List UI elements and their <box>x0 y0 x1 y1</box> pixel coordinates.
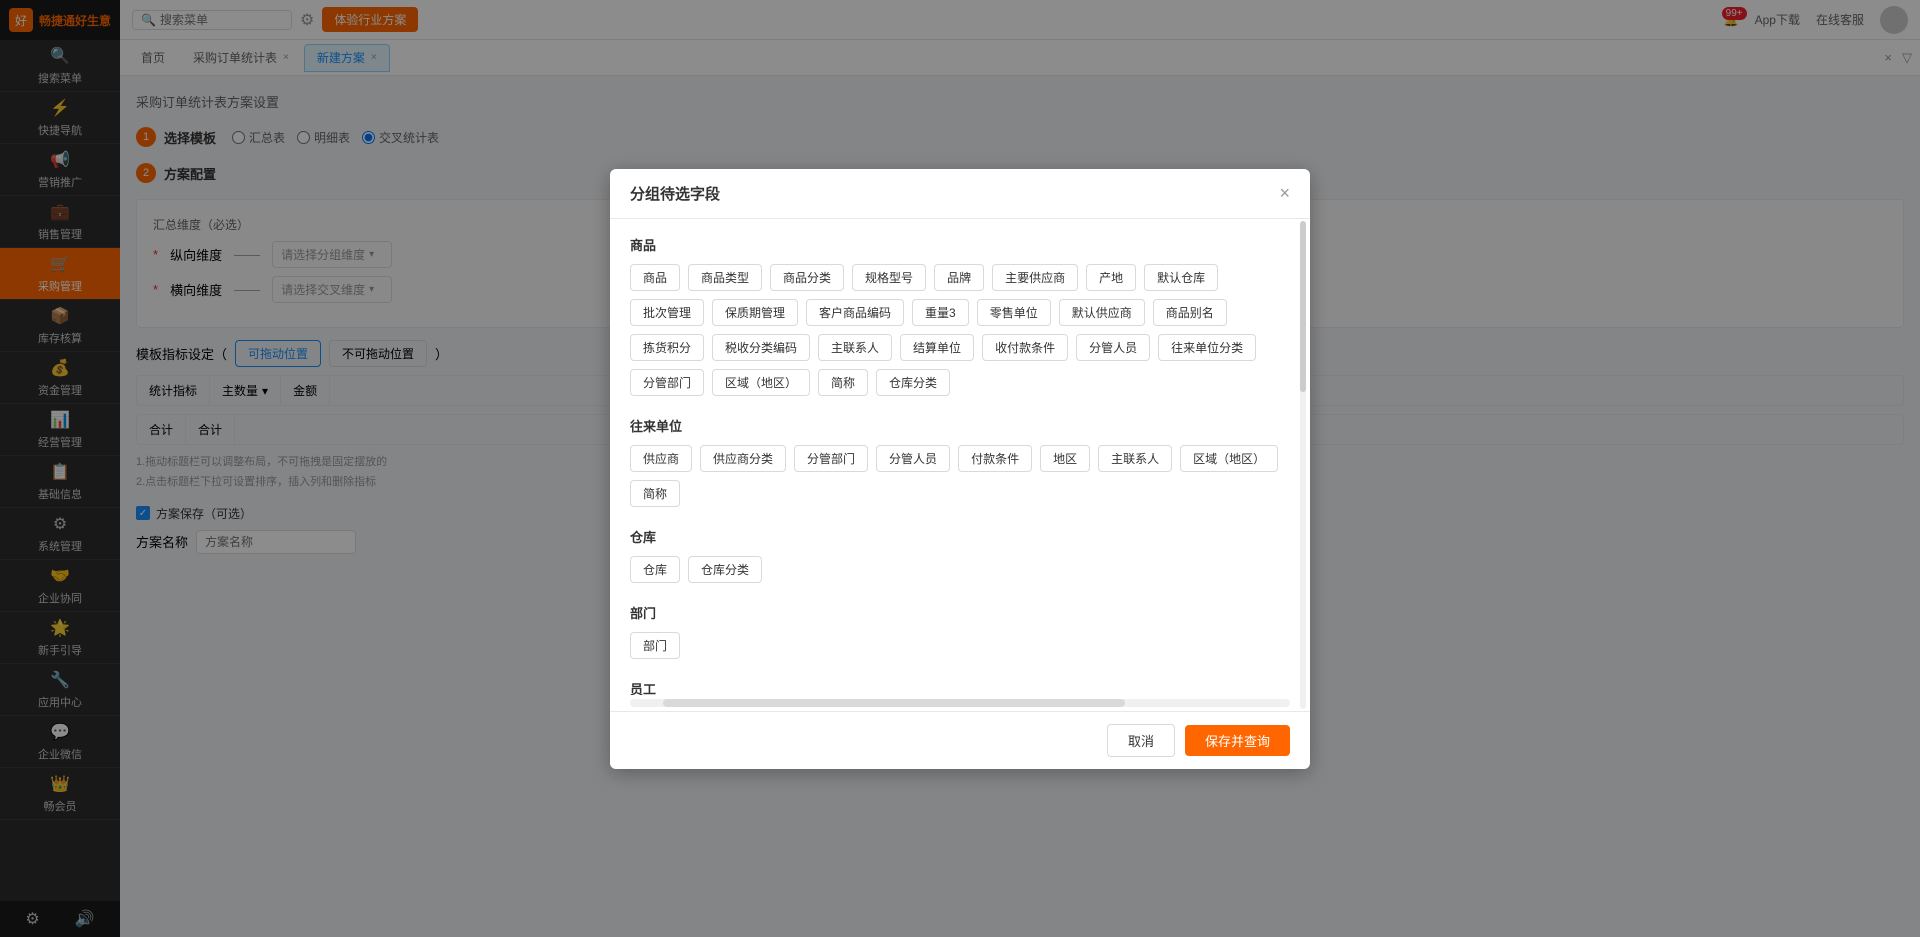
field-tag[interactable]: 供应商分类 <box>700 445 786 472</box>
field-tag[interactable]: 主联系人 <box>818 334 892 361</box>
field-tag[interactable]: 商品分类 <box>770 264 844 291</box>
modal-close-button[interactable]: × <box>1279 183 1290 204</box>
field-tag[interactable]: 商品类型 <box>688 264 762 291</box>
field-tag[interactable]: 分管人员 <box>876 445 950 472</box>
field-tag[interactable]: 拣货积分 <box>630 334 704 361</box>
section-staff-title: 员工 <box>630 679 1290 695</box>
modal-header: 分组待选字段 × <box>610 169 1310 219</box>
field-tag[interactable]: 简称 <box>818 369 868 396</box>
field-tag[interactable]: 商品别名 <box>1153 299 1227 326</box>
field-tag[interactable]: 仓库 <box>630 556 680 583</box>
modal-hscroll-thumb[interactable] <box>663 699 1125 707</box>
field-tag[interactable]: 仓库分类 <box>688 556 762 583</box>
field-tag[interactable]: 保质期管理 <box>712 299 798 326</box>
field-tag[interactable]: 主要供应商 <box>992 264 1078 291</box>
field-tag[interactable]: 结算单位 <box>900 334 974 361</box>
field-tag[interactable]: 区域（地区） <box>1180 445 1278 472</box>
section-dept-title: 部门 <box>630 603 1290 622</box>
field-tag[interactable]: 收付款条件 <box>982 334 1068 361</box>
section-partners-tags: 供应商 供应商分类 分管部门 分管人员 付款条件 地区 主联系人 区域（地区） … <box>630 445 1290 507</box>
section-dept: 部门 部门 <box>630 603 1290 659</box>
modal: 分组待选字段 × 商品 商品 商品类型 商品分类 规格型号 品牌 主要供应商 产… <box>610 169 1310 769</box>
field-tag[interactable]: 规格型号 <box>852 264 926 291</box>
section-staff: 员工 业务员 <box>630 679 1290 695</box>
field-tag[interactable]: 分管部门 <box>794 445 868 472</box>
section-partners-title: 往来单位 <box>630 416 1290 435</box>
modal-hscroll-track <box>630 699 1290 707</box>
field-tag[interactable]: 商品 <box>630 264 680 291</box>
field-tag[interactable]: 零售单位 <box>977 299 1051 326</box>
field-tag[interactable]: 区域（地区） <box>712 369 810 396</box>
modal-vscroll-thumb[interactable] <box>1300 221 1306 392</box>
section-goods: 商品 商品 商品类型 商品分类 规格型号 品牌 主要供应商 产地 默认仓库 批次… <box>630 235 1290 396</box>
modal-footer: 取消 保存并查询 <box>610 711 1310 769</box>
field-tag[interactable]: 简称 <box>630 480 680 507</box>
section-dept-tags: 部门 <box>630 632 1290 659</box>
section-goods-title: 商品 <box>630 235 1290 254</box>
modal-hscroll-area <box>610 695 1310 711</box>
section-partners: 往来单位 供应商 供应商分类 分管部门 分管人员 付款条件 地区 主联系人 区域… <box>630 416 1290 507</box>
modal-body: 商品 商品 商品类型 商品分类 规格型号 品牌 主要供应商 产地 默认仓库 批次… <box>610 219 1310 695</box>
field-tag[interactable]: 分管部门 <box>630 369 704 396</box>
field-tag[interactable]: 地区 <box>1040 445 1090 472</box>
modal-title: 分组待选字段 <box>630 183 720 204</box>
section-warehouse-tags: 仓库 仓库分类 <box>630 556 1290 583</box>
field-tag[interactable]: 产地 <box>1086 264 1136 291</box>
field-tag[interactable]: 仓库分类 <box>876 369 950 396</box>
section-goods-tags: 商品 商品类型 商品分类 规格型号 品牌 主要供应商 产地 默认仓库 批次管理 … <box>630 264 1290 396</box>
field-tag[interactable]: 默认仓库 <box>1144 264 1218 291</box>
field-tag[interactable]: 往来单位分类 <box>1158 334 1256 361</box>
field-tag[interactable]: 批次管理 <box>630 299 704 326</box>
field-tag[interactable]: 品牌 <box>934 264 984 291</box>
field-tag[interactable]: 部门 <box>630 632 680 659</box>
section-warehouse-title: 仓库 <box>630 527 1290 546</box>
modal-vscroll-track <box>1300 221 1306 709</box>
field-tag[interactable]: 税收分类编码 <box>712 334 810 361</box>
section-warehouse: 仓库 仓库 仓库分类 <box>630 527 1290 583</box>
confirm-button[interactable]: 保存并查询 <box>1185 725 1290 756</box>
cancel-button[interactable]: 取消 <box>1107 724 1175 757</box>
field-tag[interactable]: 付款条件 <box>958 445 1032 472</box>
field-tag[interactable]: 分管人员 <box>1076 334 1150 361</box>
modal-overlay: 分组待选字段 × 商品 商品 商品类型 商品分类 规格型号 品牌 主要供应商 产… <box>0 0 1920 937</box>
field-tag[interactable]: 客户商品编码 <box>806 299 904 326</box>
field-tag[interactable]: 默认供应商 <box>1059 299 1145 326</box>
field-tag[interactable]: 重量3 <box>912 299 969 326</box>
field-tag[interactable]: 主联系人 <box>1098 445 1172 472</box>
field-tag[interactable]: 供应商 <box>630 445 692 472</box>
